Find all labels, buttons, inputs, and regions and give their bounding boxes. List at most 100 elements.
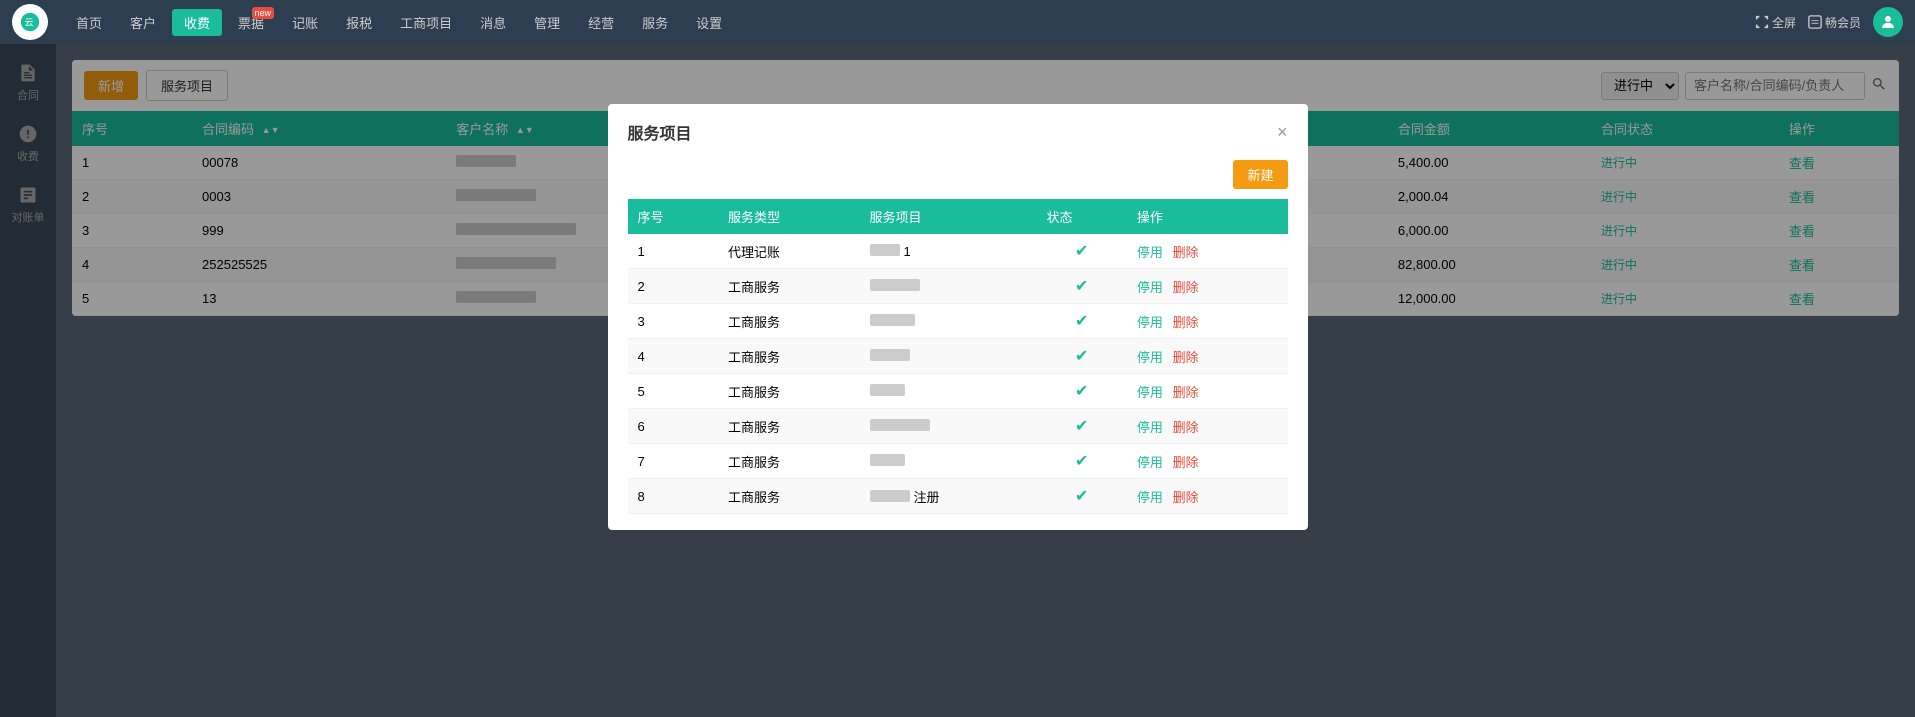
disable-btn[interactable]: 停用 [1137,277,1163,296]
modal-cell-type: 工商服务 [718,304,860,339]
modal-col-seq: 序号 [628,199,718,234]
modal-cell-item [860,374,1037,409]
modal-cell-status: ✔ [1036,234,1126,269]
modal-header: 服务项目 × [608,104,1308,152]
table-row: 5 工商服务 ✔ 停用 删除 [628,374,1288,409]
modal-cell-actions: 停用 删除 [1127,269,1288,304]
disable-btn[interactable]: 停用 [1137,382,1163,401]
modal-body: 新建 序号 服务类型 服务项目 状态 操作 1 代理记账 1 ✔ [608,152,1308,530]
modal-cell-seq: 5 [628,374,718,409]
modal-cell-seq: 4 [628,339,718,374]
modal-cell-actions: 停用 删除 [1127,479,1288,514]
delete-btn[interactable]: 删除 [1173,277,1199,296]
nav-item-settings[interactable]: 设置 [684,9,734,36]
modal-cell-item [860,409,1037,444]
modal-close-btn[interactable]: × [1277,123,1288,141]
modal-cell-seq: 6 [628,409,718,444]
nav-item-customer[interactable]: 客户 [118,9,168,36]
modal-overlay[interactable]: 服务项目 × 新建 序号 服务类型 服务项目 状态 操作 1 [0,44,1915,717]
nav-item-tax[interactable]: 报税 [334,9,384,36]
table-row: 4 工商服务 ✔ 停用 删除 [628,339,1288,374]
modal-cell-seq: 1 [628,234,718,269]
modal-cell-actions: 停用 删除 [1127,444,1288,479]
table-row: 8 工商服务 注册 ✔ 停用 删除 [628,479,1288,514]
service-table: 序号 服务类型 服务项目 状态 操作 1 代理记账 1 ✔ 停用 删除 [628,199,1288,514]
modal-cell-status: ✔ [1036,444,1126,479]
modal-new-btn[interactable]: 新建 [1233,160,1287,189]
top-navigation: 云 首页 客户 收费 票据 new 记账 报税 工商项目 消息 管理 经营 服务… [0,0,1915,44]
modal-cell-status: ✔ [1036,409,1126,444]
status-check-icon: ✔ [1075,313,1088,330]
nav-item-home[interactable]: 首页 [64,9,114,36]
modal-cell-type: 工商服务 [718,444,860,479]
delete-btn[interactable]: 删除 [1173,487,1199,506]
nav-items-list: 首页 客户 收费 票据 new 记账 报税 工商项目 消息 管理 经营 服务 设… [64,9,1755,36]
disable-btn[interactable]: 停用 [1137,487,1163,506]
table-row: 1 代理记账 1 ✔ 停用 删除 [628,234,1288,269]
nav-item-bizproject[interactable]: 工商项目 [388,9,464,36]
modal-col-item: 服务项目 [860,199,1037,234]
disable-btn[interactable]: 停用 [1137,417,1163,436]
modal-cell-seq: 7 [628,444,718,479]
fullscreen-btn[interactable]: 全屏 [1755,14,1796,31]
modal-cell-item [860,339,1037,374]
modal-cell-seq: 2 [628,269,718,304]
modal-cell-type: 工商服务 [718,374,860,409]
modal-col-status: 状态 [1036,199,1126,234]
nav-item-manage[interactable]: 管理 [522,9,572,36]
disable-btn[interactable]: 停用 [1137,242,1163,261]
member-btn[interactable]: 畅会员 [1808,14,1861,31]
status-check-icon: ✔ [1075,348,1088,365]
modal-cell-seq: 3 [628,304,718,339]
delete-btn[interactable]: 删除 [1173,417,1199,436]
nav-item-invoice[interactable]: 票据 new [226,9,276,36]
top-right-actions: 全屏 畅会员 [1755,7,1903,37]
delete-btn[interactable]: 删除 [1173,452,1199,471]
status-check-icon: ✔ [1075,383,1088,400]
delete-btn[interactable]: 删除 [1173,347,1199,366]
modal-cell-status: ✔ [1036,374,1126,409]
modal-title: 服务项目 [628,120,692,144]
disable-btn[interactable]: 停用 [1137,312,1163,331]
app-logo: 云 [12,4,48,40]
modal-cell-status: ✔ [1036,304,1126,339]
modal-toolbar: 新建 [628,160,1288,189]
disable-btn[interactable]: 停用 [1137,347,1163,366]
nav-item-message[interactable]: 消息 [468,9,518,36]
nav-item-operation[interactable]: 经营 [576,9,626,36]
table-row: 2 工商服务 ✔ 停用 删除 [628,269,1288,304]
modal-cell-item [860,269,1037,304]
modal-cell-type: 工商服务 [718,409,860,444]
modal-cell-actions: 停用 删除 [1127,234,1288,269]
status-check-icon: ✔ [1075,418,1088,435]
nav-item-fee[interactable]: 收费 [172,9,222,36]
modal-cell-type: 工商服务 [718,479,860,514]
modal-cell-seq: 8 [628,479,718,514]
modal-cell-type: 工商服务 [718,339,860,374]
table-row: 3 工商服务 ✔ 停用 删除 [628,304,1288,339]
modal-cell-type: 代理记账 [718,234,860,269]
modal-cell-actions: 停用 删除 [1127,374,1288,409]
user-avatar[interactable] [1873,7,1903,37]
table-row: 6 工商服务 ✔ 停用 删除 [628,409,1288,444]
modal-cell-item [860,444,1037,479]
status-check-icon: ✔ [1075,278,1088,295]
modal-col-type: 服务类型 [718,199,860,234]
service-modal: 服务项目 × 新建 序号 服务类型 服务项目 状态 操作 1 [608,104,1308,530]
status-check-icon: ✔ [1075,243,1088,260]
delete-btn[interactable]: 删除 [1173,382,1199,401]
modal-cell-item [860,304,1037,339]
delete-btn[interactable]: 删除 [1173,312,1199,331]
modal-cell-item: 1 [860,234,1037,269]
nav-item-account[interactable]: 记账 [280,9,330,36]
disable-btn[interactable]: 停用 [1137,452,1163,471]
status-check-icon: ✔ [1075,453,1088,470]
modal-cell-actions: 停用 删除 [1127,339,1288,374]
table-row: 7 工商服务 ✔ 停用 删除 [628,444,1288,479]
status-check-icon: ✔ [1075,488,1088,505]
modal-cell-actions: 停用 删除 [1127,409,1288,444]
modal-col-action: 操作 [1127,199,1288,234]
new-badge: new [252,7,275,19]
nav-item-service[interactable]: 服务 [630,9,680,36]
delete-btn[interactable]: 删除 [1173,242,1199,261]
